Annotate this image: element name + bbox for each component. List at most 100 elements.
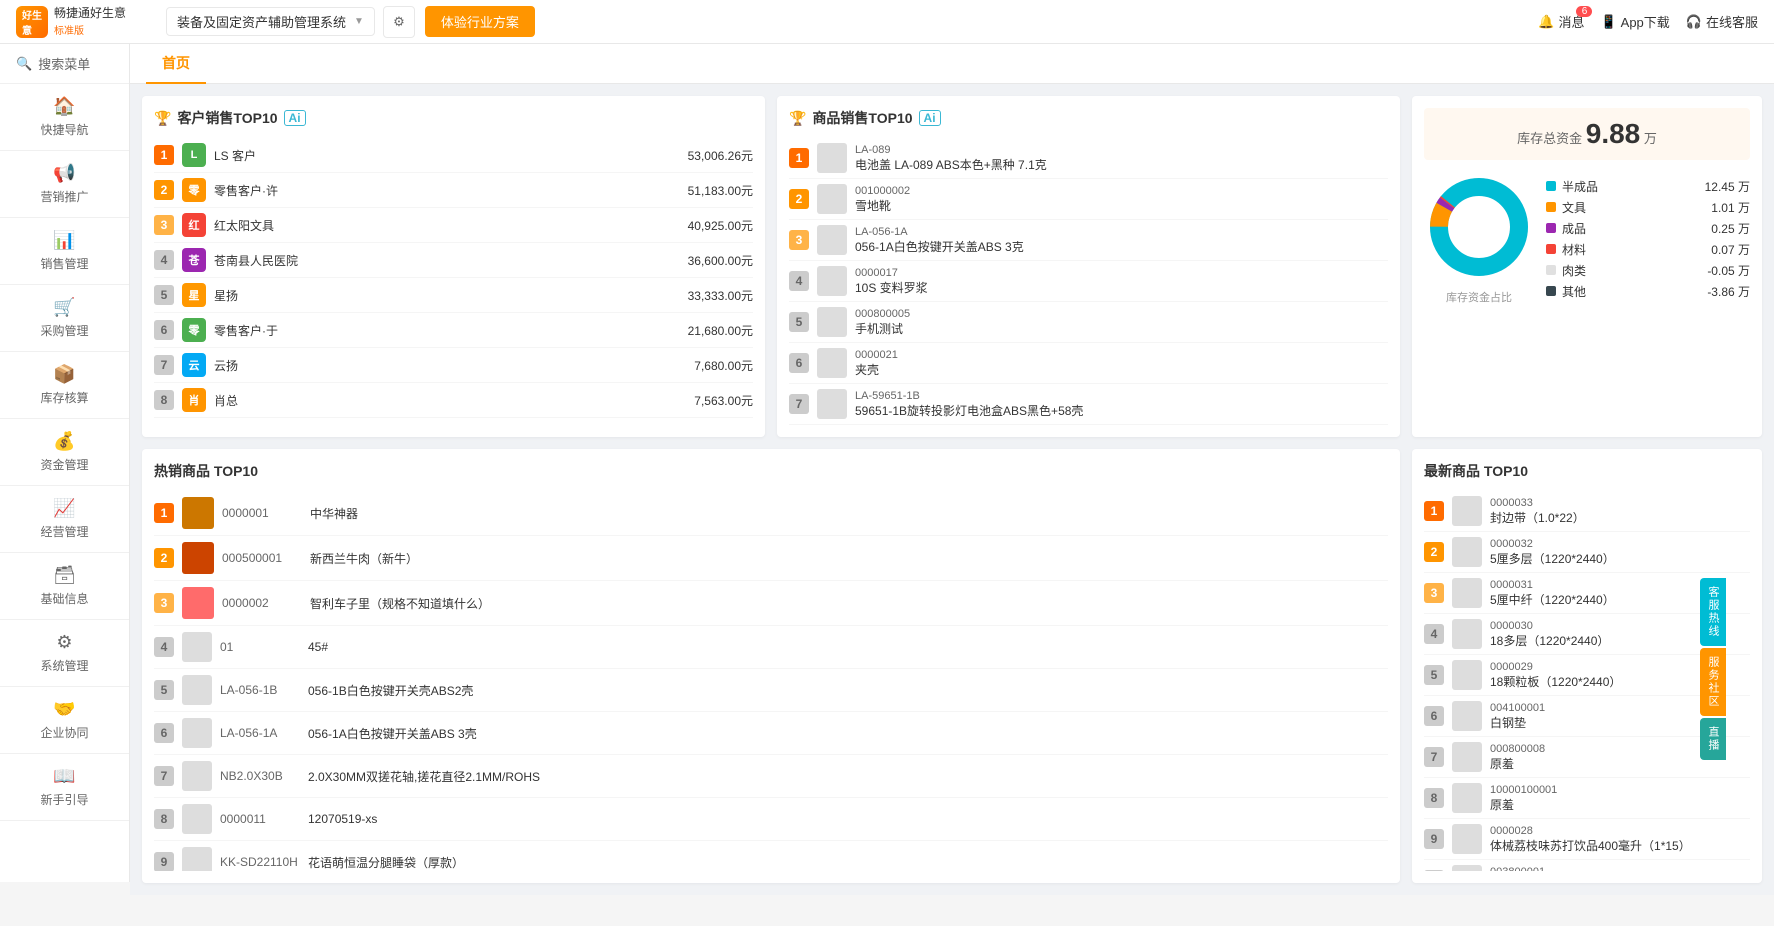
legend-value: 1.01 万	[1711, 199, 1750, 216]
sidebar-item-guide[interactable]: 📖 新手引导	[0, 754, 129, 821]
hot-product-row-9: 9 KK-SD22110H 花语萌恒温分腿睡袋（厚款）	[154, 841, 1388, 871]
product-info: 0000030 18多层（1220*2440）	[1490, 620, 1609, 649]
rank-number: 3	[1424, 583, 1444, 603]
product-name: 18多层（1220*2440）	[1490, 632, 1609, 649]
legend-color	[1546, 286, 1556, 296]
legend-list: 半成品 12.45 万 文具 1.01 万 成品 0.25 万	[1546, 176, 1750, 302]
rank-row-5: 5 星 星扬 33,333.00元	[154, 278, 753, 313]
rank-number: 1	[789, 148, 809, 168]
operations-icon: 📈	[53, 498, 75, 519]
system-selector[interactable]: 装备及固定资产辅助管理系统 ▼	[166, 7, 375, 36]
rank-number: 8	[154, 809, 174, 829]
new-product-row-2: 2 0000032 5厘多层（1220*2440）	[1424, 532, 1750, 573]
avatar: 零	[182, 318, 206, 342]
product-thumbnail	[182, 675, 212, 705]
product-name: 056-1A白色按键开关盖ABS 3克	[855, 238, 1388, 255]
hot-products-title: 热销商品 TOP10	[154, 461, 1388, 481]
sidebar-item-basics[interactable]: 🗃 基础信息	[0, 553, 129, 620]
rank-number: 7	[1424, 747, 1444, 767]
online-service-label: 在线客服	[1706, 12, 1758, 31]
hot-product-row-8: 8 0000011 12070519-xs	[154, 798, 1388, 841]
legend-item-1: 半成品 12.45 万	[1546, 176, 1750, 197]
product-name: 电池盖 LA-089 ABS本色+黑种 7.1克	[855, 156, 1388, 173]
product-code: 10000100001	[1490, 784, 1557, 796]
product-rank-row-1: 1 LA-089 电池盖 LA-089 ABS本色+黑种 7.1克	[789, 138, 1388, 179]
tab-home-label: 首页	[162, 53, 190, 73]
product-code: LA-056-1B	[220, 683, 300, 697]
sidebar-item-sales[interactable]: 📊 销售管理	[0, 218, 129, 285]
product-code: LA-089	[855, 144, 1388, 156]
sidebar-label-system: 系统管理	[40, 657, 88, 674]
product-name: 智利车子里（规格不知道填什么）	[310, 595, 1388, 612]
settings-button[interactable]: ⚙	[383, 6, 415, 38]
product-thumbnail	[1452, 783, 1482, 813]
product-name: 056-1A白色按键开关盖ABS 3壳	[308, 725, 1388, 742]
sidebar-item-system[interactable]: ⚙ 系统管理	[0, 620, 129, 687]
sidebar-item-navigation[interactable]: 🏠 快捷导航	[0, 84, 129, 151]
product-thumbnail	[1452, 701, 1482, 731]
product-ranking-list: 1 LA-089 电池盖 LA-089 ABS本色+黑种 7.1克 2 0010…	[789, 138, 1388, 425]
product-code: KK-SD22110H	[220, 855, 300, 869]
legend-name: 半成品	[1562, 178, 1699, 195]
online-service-button[interactable]: 🎧 在线客服	[1686, 12, 1758, 31]
product-code: 0000029	[1490, 661, 1621, 673]
product-ranking-card: 🏆 商品销售TOP10 Ai 1 LA-089 电池盖 LA-089 ABS本色…	[777, 96, 1400, 437]
trial-button[interactable]: 体验行业方案	[425, 6, 535, 37]
product-name: 18颗粒板（1220*2440）	[1490, 673, 1621, 690]
legend-name: 材料	[1562, 241, 1705, 258]
donut-chart: 库存资金占比	[1424, 172, 1534, 305]
product-name: 新西兰牛肉（新牛）	[310, 550, 1388, 567]
inventory-card: 库存总资金 9.88 万	[1412, 96, 1762, 437]
rank-number: 3	[154, 593, 174, 613]
product-name: 5厘中纤（1220*2440）	[1490, 591, 1615, 608]
product-name: 手机测试	[855, 320, 1388, 337]
product-name: 2.0X30MM双搓花轴,搓花直径2.1MM/ROHS	[308, 768, 1388, 785]
avatar: 云	[182, 353, 206, 377]
hot-product-row-1: 1 0000001 中华神器	[154, 491, 1388, 536]
app-download-button[interactable]: 📱 App下载	[1600, 12, 1669, 31]
product-thumbnail	[1452, 537, 1482, 567]
product-info: 0000017 10S 变料罗浆	[855, 267, 1388, 296]
product-code: 0000017	[855, 267, 1388, 279]
tab-home[interactable]: 首页	[146, 44, 206, 84]
customer-value: 53,006.26元	[688, 147, 753, 164]
product-info: 000800005 手机测试	[855, 308, 1388, 337]
sidebar-item-purchase[interactable]: 🛒 采购管理	[0, 285, 129, 352]
sidebar-item-inventory[interactable]: 📦 库存核算	[0, 352, 129, 419]
cs-community-button[interactable]: 服务社区	[1700, 648, 1726, 716]
product-rank-row-6: 6 0000021 夹壳	[789, 343, 1388, 384]
app-download-label: App下载	[1621, 12, 1670, 31]
rank-number: 6	[154, 723, 174, 743]
system-icon: ⚙	[56, 632, 72, 653]
main-nav: 首页	[130, 44, 1774, 84]
sidebar-item-finance[interactable]: 💰 资金管理	[0, 419, 129, 486]
ai-badge: Ai	[284, 110, 306, 126]
product-thumbnail	[1452, 578, 1482, 608]
rank-number: 7	[154, 766, 174, 786]
search-menu-button[interactable]: 🔍 搜索菜单	[0, 44, 129, 84]
notifications-button[interactable]: 🔔 消息 6	[1538, 12, 1584, 31]
customer-name: 零售客户·于	[214, 322, 680, 339]
legend-value: -0.05 万	[1707, 262, 1750, 279]
cs-live-button[interactable]: 直播	[1700, 718, 1726, 760]
customer-name: 云扬	[214, 357, 686, 374]
rank-number: 1	[154, 145, 174, 165]
product-info: LA-089 电池盖 LA-089 ABS本色+黑种 7.1克	[855, 144, 1388, 173]
rank-row-6: 6 零 零售客户·于 21,680.00元	[154, 313, 753, 348]
product-name: 体械荔枝味苏打饮品400毫升（1*15）	[1490, 837, 1691, 854]
cs-hotline-button[interactable]: 客服热线	[1700, 578, 1726, 646]
sidebar-item-cooperation[interactable]: 🤝 企业协同	[0, 687, 129, 754]
inventory-total-area: 库存总资金 9.88 万	[1424, 108, 1750, 160]
product-thumbnail	[1452, 742, 1482, 772]
sidebar-label-sales: 销售管理	[40, 255, 88, 272]
rank-number: 5	[154, 285, 174, 305]
legend-color	[1546, 265, 1556, 275]
hot-product-row-5: 5 LA-056-1B 056-1B白色按键开关壳ABS2壳	[154, 669, 1388, 712]
product-name: 10S 变料罗浆	[855, 279, 1388, 296]
sidebar-item-operations[interactable]: 📈 经营管理	[0, 486, 129, 553]
product-info: 0000031 5厘中纤（1220*2440）	[1490, 579, 1615, 608]
sidebar-item-marketing[interactable]: 📢 营销推广	[0, 151, 129, 218]
product-info: 10000100001 原羞	[1490, 784, 1557, 813]
system-name: 装备及固定资产辅助管理系统	[177, 12, 346, 31]
customer-value: 51,183.00元	[688, 182, 753, 199]
